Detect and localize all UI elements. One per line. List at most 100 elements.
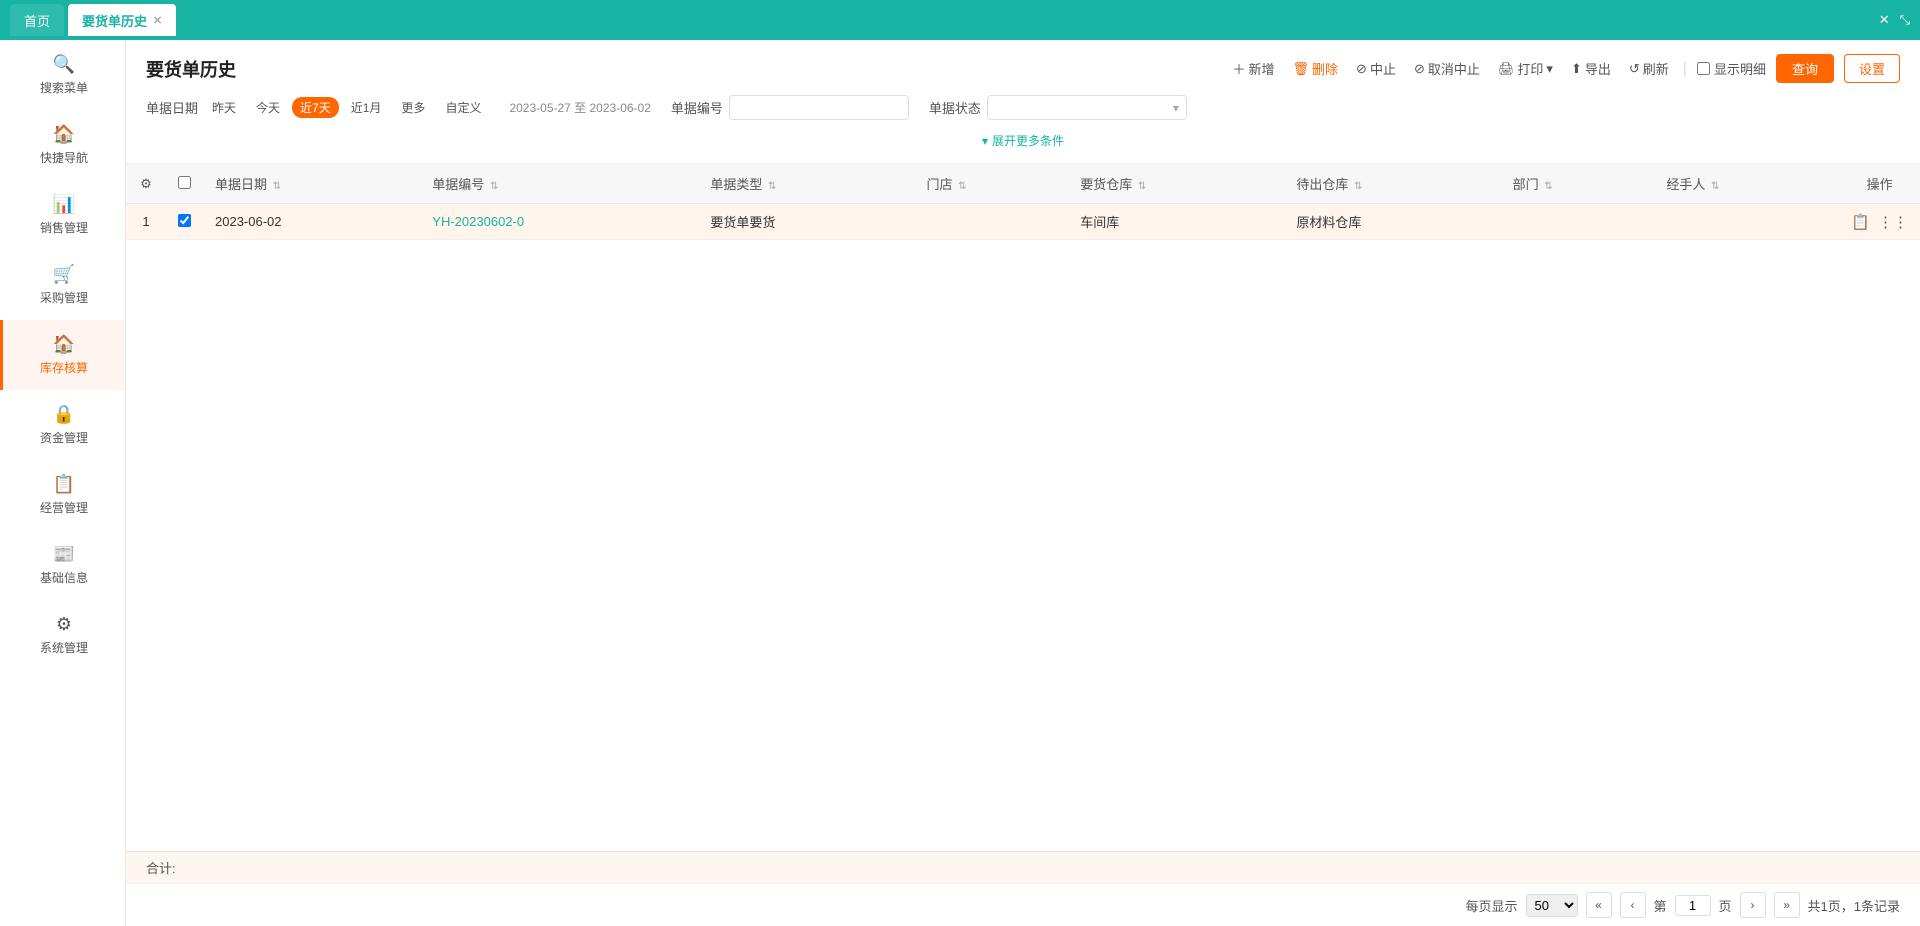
next-page-button[interactable]: › <box>1740 892 1766 918</box>
window-maximize-icon[interactable]: ⤡ <box>1900 12 1910 28</box>
row-docno-link[interactable]: YH-20230602-0 <box>432 214 524 229</box>
page-unit: 页 <box>1719 896 1732 915</box>
delete-icon: 🗑 <box>1293 61 1310 77</box>
sidebar-item-sys-mgmt[interactable]: ⚙ 系统管理 <box>0 600 125 670</box>
sidebar-item-sales-mgmt[interactable]: 📊 销售管理 <box>0 180 125 250</box>
window-close-icon[interactable]: ✕ <box>1879 12 1890 28</box>
col-req-warehouse[interactable]: 要货仓库 ⇅ <box>1068 164 1284 204</box>
date-chip-1month[interactable]: 近1月 <box>343 97 390 118</box>
display-detail-toggle[interactable]: 显示明细 <box>1697 59 1766 78</box>
row-more-icon[interactable]: ⋮⋮ <box>1878 213 1908 231</box>
row-department <box>1501 204 1655 240</box>
print-button[interactable]: 🖨 打印 ▾ <box>1494 57 1557 80</box>
filter-group-status: 单据状态 <box>929 95 1187 120</box>
select-all-checkbox[interactable] <box>178 176 191 189</box>
date-chip-7days[interactable]: 近7天 <box>292 97 339 118</box>
row-doctype: 要货单要货 <box>698 204 914 240</box>
purchase-mgmt-icon: 🛒 <box>53 264 75 285</box>
status-filter-select[interactable] <box>987 95 1187 120</box>
export-icon: ⬆ <box>1571 61 1582 77</box>
sidebar-item-ops-mgmt[interactable]: 📋 经营管理 <box>0 460 125 530</box>
row-checkbox[interactable] <box>178 214 191 227</box>
display-detail-checkbox[interactable] <box>1697 62 1710 75</box>
sort-doctype-icon: ⇅ <box>768 181 776 192</box>
col-doctype[interactable]: 单据类型 ⇅ <box>698 164 914 204</box>
settings-button[interactable]: 设置 <box>1844 54 1900 83</box>
col-store[interactable]: 门店 ⇅ <box>915 164 1069 204</box>
col-docno[interactable]: 单据编号 ⇅ <box>420 164 698 204</box>
sidebar-item-ops-mgmt-label: 经营管理 <box>40 499 88 516</box>
date-filter-label: 单据日期 <box>146 98 198 117</box>
col-pending-warehouse[interactable]: 待出仓库 ⇅ <box>1284 164 1500 204</box>
sort-dept-icon: ⇅ <box>1544 181 1552 192</box>
sidebar-item-inventory-label: 库存核算 <box>40 359 88 376</box>
refresh-button[interactable]: ↺ 刷新 <box>1625 57 1673 80</box>
sort-pending-warehouse-icon: ⇅ <box>1354 181 1362 192</box>
col-department[interactable]: 部门 ⇅ <box>1501 164 1655 204</box>
col-date[interactable]: 单据日期 ⇅ <box>203 164 420 204</box>
pagination-bar: 每页显示 20 50 100 200 « ‹ 第 页 › » 共1页，1条记录 <box>126 883 1920 926</box>
col-handler[interactable]: 经手人 ⇅ <box>1654 164 1839 204</box>
table-row[interactable]: 1 2023-06-02 YH-20230602-0 要货单要货 车间库 原材料… <box>126 204 1920 240</box>
prev-page-button[interactable]: ‹ <box>1620 892 1646 918</box>
sort-date-icon: ⇅ <box>273 181 281 192</box>
date-range-text: 2023-05-27 至 2023-06-02 <box>509 99 650 116</box>
sort-handler-icon: ⇅ <box>1711 181 1719 192</box>
col-checkbox-header[interactable] <box>166 164 203 204</box>
tab-close-icon[interactable]: ✕ <box>153 14 162 27</box>
date-chip-today[interactable]: 今天 <box>248 97 288 118</box>
sort-docno-icon: ⇅ <box>490 181 498 192</box>
total-label: 合计: <box>146 861 176 876</box>
sidebar-item-basic-info-label: 基础信息 <box>40 569 88 586</box>
sidebar-item-search-menu[interactable]: 🔍 搜索菜单 <box>0 40 125 110</box>
expand-more-section: ▾ 展开更多条件 <box>146 128 1900 157</box>
row-store <box>915 204 1069 240</box>
top-bar: 首页 要货单历史 ✕ ✕ ⤡ <box>0 0 1920 40</box>
sidebar-item-finance-mgmt[interactable]: 🔒 资金管理 <box>0 390 125 460</box>
stop-button[interactable]: ⊘ 中止 <box>1352 57 1400 80</box>
row-checkbox-cell[interactable] <box>166 204 203 240</box>
sidebar-item-finance-mgmt-label: 资金管理 <box>40 429 88 446</box>
date-chip-yesterday[interactable]: 昨天 <box>204 97 244 118</box>
date-chip-more[interactable]: 更多 <box>393 97 433 118</box>
sidebar-item-basic-info[interactable]: 📰 基础信息 <box>0 530 125 600</box>
new-label: 新增 <box>1249 59 1275 78</box>
sidebar-item-search-menu-label: 搜索菜单 <box>40 79 88 96</box>
delete-button[interactable]: 🗑 删除 <box>1289 57 1343 80</box>
docno-filter-input[interactable] <box>729 95 909 120</box>
date-chip-custom[interactable]: 自定义 <box>437 97 489 118</box>
cancel-stop-button[interactable]: ⊘ 取消中止 <box>1410 57 1484 80</box>
filter-row-1: 单据日期 昨天 今天 近7天 近1月 更多 自定义 2023-05-27 至 2… <box>146 95 1900 120</box>
main-layout: 🔍 搜索菜单 🏠 快捷导航 📊 销售管理 🛒 采购管理 🏠 库存核算 🔒 资金管… <box>0 40 1920 926</box>
toolbar: ＋ 新增 🗑 删除 ⊘ 中止 ⊘ 取消中止 🖨 打印 <box>1228 54 1900 83</box>
sidebar-item-purchase-mgmt[interactable]: 🛒 采购管理 <box>0 250 125 320</box>
export-button[interactable]: ⬆ 导出 <box>1567 57 1615 80</box>
sidebar-item-inventory[interactable]: 🏠 库存核算 <box>0 320 125 390</box>
row-edit-icon[interactable]: 📋 <box>1851 213 1870 231</box>
filter-bar: 单据日期 昨天 今天 近7天 近1月 更多 自定义 2023-05-27 至 2… <box>126 83 1920 164</box>
sidebar-item-quick-nav[interactable]: 🏠 快捷导航 <box>0 110 125 180</box>
row-docno[interactable]: YH-20230602-0 <box>420 204 698 240</box>
ops-mgmt-icon: 📋 <box>53 474 75 495</box>
expand-label: 展开更多条件 <box>992 132 1064 149</box>
refresh-icon: ↺ <box>1629 61 1640 77</box>
expand-more-button[interactable]: ▾ 展开更多条件 <box>982 132 1064 149</box>
per-page-select[interactable]: 20 50 100 200 <box>1526 894 1578 917</box>
page-label: 第 <box>1654 896 1667 915</box>
page-input[interactable] <box>1675 895 1711 916</box>
filter-group-date: 单据日期 昨天 今天 近7天 近1月 更多 自定义 <box>146 97 489 118</box>
page-header: 要货单历史 ＋ 新增 🗑 删除 ⊘ 中止 ⊘ 取消中止 <box>126 40 1920 83</box>
first-page-button[interactable]: « <box>1586 892 1612 918</box>
col-settings[interactable]: ⚙ <box>126 164 166 204</box>
total-info: 共1页，1条记录 <box>1808 896 1900 915</box>
query-button[interactable]: 查询 <box>1776 54 1834 83</box>
new-button[interactable]: ＋ 新增 <box>1228 57 1278 80</box>
row-date: 2023-06-02 <box>203 204 420 240</box>
sidebar-item-quick-nav-label: 快捷导航 <box>40 149 88 166</box>
last-page-button[interactable]: » <box>1774 892 1800 918</box>
tab-order-history[interactable]: 要货单历史 ✕ <box>68 4 176 36</box>
status-select-wrapper <box>987 95 1187 120</box>
refresh-label: 刷新 <box>1643 59 1669 78</box>
tab-home-label: 首页 <box>24 11 50 30</box>
tab-home[interactable]: 首页 <box>10 4 64 36</box>
